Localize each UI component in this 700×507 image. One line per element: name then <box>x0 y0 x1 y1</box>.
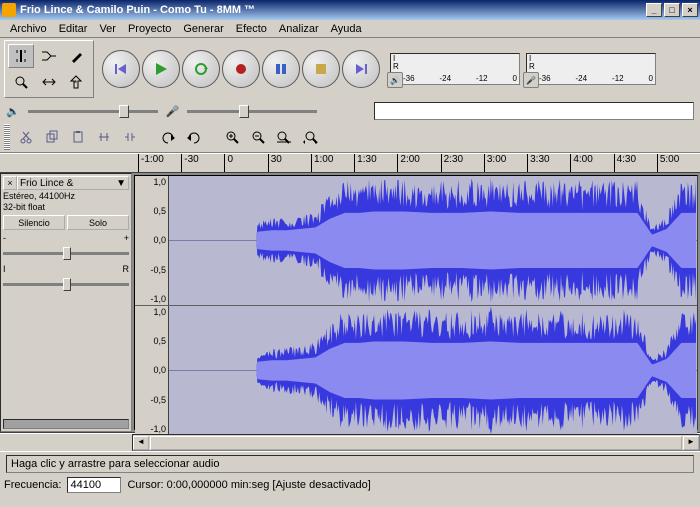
track-format: Estéreo, 44100Hz <box>3 191 129 201</box>
cursor-position: Cursor: 0:00,000000 min:seg [Ajuste desa… <box>127 479 370 491</box>
tools-toolbox: * <box>4 40 94 98</box>
window-title: Frio Lince & Camilo Puin - Como Tu - 8MM… <box>20 4 644 16</box>
menu-analizar[interactable]: Analizar <box>273 22 325 36</box>
cut-button[interactable] <box>14 126 38 148</box>
trim-button[interactable] <box>92 126 116 148</box>
grip[interactable] <box>4 124 10 150</box>
skip-start-button[interactable] <box>102 50 140 88</box>
output-volume-slider[interactable] <box>28 102 158 120</box>
menu-ver[interactable]: Ver <box>93 22 122 36</box>
menu-generar[interactable]: Generar <box>177 22 229 36</box>
timeshift-tool[interactable] <box>36 70 62 94</box>
chevron-down-icon: ▼ <box>116 178 126 189</box>
solo-button[interactable]: Solo <box>67 215 129 230</box>
scroll-left-button[interactable]: ◄ <box>133 436 149 450</box>
transport-controls <box>102 50 380 88</box>
app-icon <box>2 3 16 17</box>
frequency-input[interactable] <box>67 477 121 493</box>
pan-slider[interactable] <box>3 276 129 292</box>
input-volume-slider[interactable] <box>187 102 317 120</box>
timeline-ruler[interactable]: -1:00 -30 0 30 1:00 1:30 2:00 2:30 3:00 … <box>0 153 700 173</box>
draw-tool[interactable] <box>64 44 90 68</box>
silence-button[interactable] <box>118 126 142 148</box>
zoom-out-button[interactable] <box>246 126 270 148</box>
loop-button[interactable] <box>182 50 220 88</box>
yscale-right: 1,00,50,0-0,5-1,0 <box>135 306 169 435</box>
fit-selection-button[interactable] <box>272 126 296 148</box>
track-area: × Frio Lince & ▼ Estéreo, 44100Hz 32-bit… <box>0 173 700 433</box>
multi-tool[interactable]: * <box>64 70 90 94</box>
close-button[interactable]: × <box>682 3 698 17</box>
mic-vol-icon: 🎤 <box>166 105 180 118</box>
meters: IR -36-24-120 🔊 IR -36-24-120 🎤 <box>390 53 656 85</box>
yscale-left: 1,00,50,0-0,5-1,0 <box>135 176 169 305</box>
menu-proyecto[interactable]: Proyecto <box>122 22 177 36</box>
minimize-button[interactable]: _ <box>646 3 662 17</box>
menu-archivo[interactable]: Archivo <box>4 22 53 36</box>
paste-button[interactable] <box>66 126 90 148</box>
track-collapse-handle[interactable] <box>3 419 129 429</box>
track-close-button[interactable]: × <box>3 176 17 190</box>
track-bitdepth: 32-bit float <box>3 202 129 212</box>
menu-ayuda[interactable]: Ayuda <box>325 22 368 36</box>
track-name: Frio Lince & <box>20 178 73 189</box>
menu-editar[interactable]: Editar <box>53 22 94 36</box>
scroll-right-button[interactable]: ► <box>683 436 699 450</box>
scroll-thumb[interactable] <box>150 436 682 450</box>
playback-meter[interactable]: IR -36-24-120 🔊 <box>390 53 520 85</box>
titlebar: Frio Lince & Camilo Puin - Como Tu - 8MM… <box>0 0 700 20</box>
status-hint: Haga clic y arrastre para seleccionar au… <box>6 455 694 473</box>
skip-end-button[interactable] <box>342 50 380 88</box>
svg-text:*: * <box>74 79 77 88</box>
waveform-display[interactable]: 1,00,50,0-0,5-1,0 1,00,50,0-0,5-1,0 <box>134 175 698 430</box>
menubar: Archivo Editar Ver Proyecto Generar Efec… <box>0 20 700 38</box>
speaker-icon[interactable]: 🔊 <box>387 72 403 88</box>
redo-button[interactable] <box>182 126 206 148</box>
maximize-button[interactable]: □ <box>664 3 680 17</box>
fit-project-button[interactable] <box>298 126 322 148</box>
zoom-tool[interactable] <box>8 70 34 94</box>
track-menu-button[interactable]: Frio Lince & ▼ <box>17 176 129 190</box>
zoom-in-button[interactable] <box>220 126 244 148</box>
record-button[interactable] <box>222 50 260 88</box>
waveform-left-channel[interactable] <box>169 176 697 305</box>
gain-slider[interactable] <box>3 245 129 261</box>
waveform-right-channel[interactable] <box>169 306 697 435</box>
mute-button[interactable]: Silencio <box>3 215 65 230</box>
pause-button[interactable] <box>262 50 300 88</box>
track-control-panel: × Frio Lince & ▼ Estéreo, 44100Hz 32-bit… <box>0 173 132 432</box>
copy-button[interactable] <box>40 126 64 148</box>
record-meter[interactable]: IR -36-24-120 🎤 <box>526 53 656 85</box>
device-select[interactable] <box>374 102 694 120</box>
horizontal-scroll: ◄ ► <box>0 433 700 451</box>
selection-tool[interactable] <box>8 44 34 68</box>
meter-r-label: R <box>393 63 399 71</box>
play-button[interactable] <box>142 50 180 88</box>
menu-efecto[interactable]: Efecto <box>230 22 273 36</box>
speaker-vol-icon: 🔈 <box>6 105 20 118</box>
envelope-tool[interactable] <box>36 44 62 68</box>
undo-button[interactable] <box>156 126 180 148</box>
frequency-label: Frecuencia: <box>4 479 61 491</box>
stop-button[interactable] <box>302 50 340 88</box>
microphone-icon[interactable]: 🎤 <box>523 72 539 88</box>
